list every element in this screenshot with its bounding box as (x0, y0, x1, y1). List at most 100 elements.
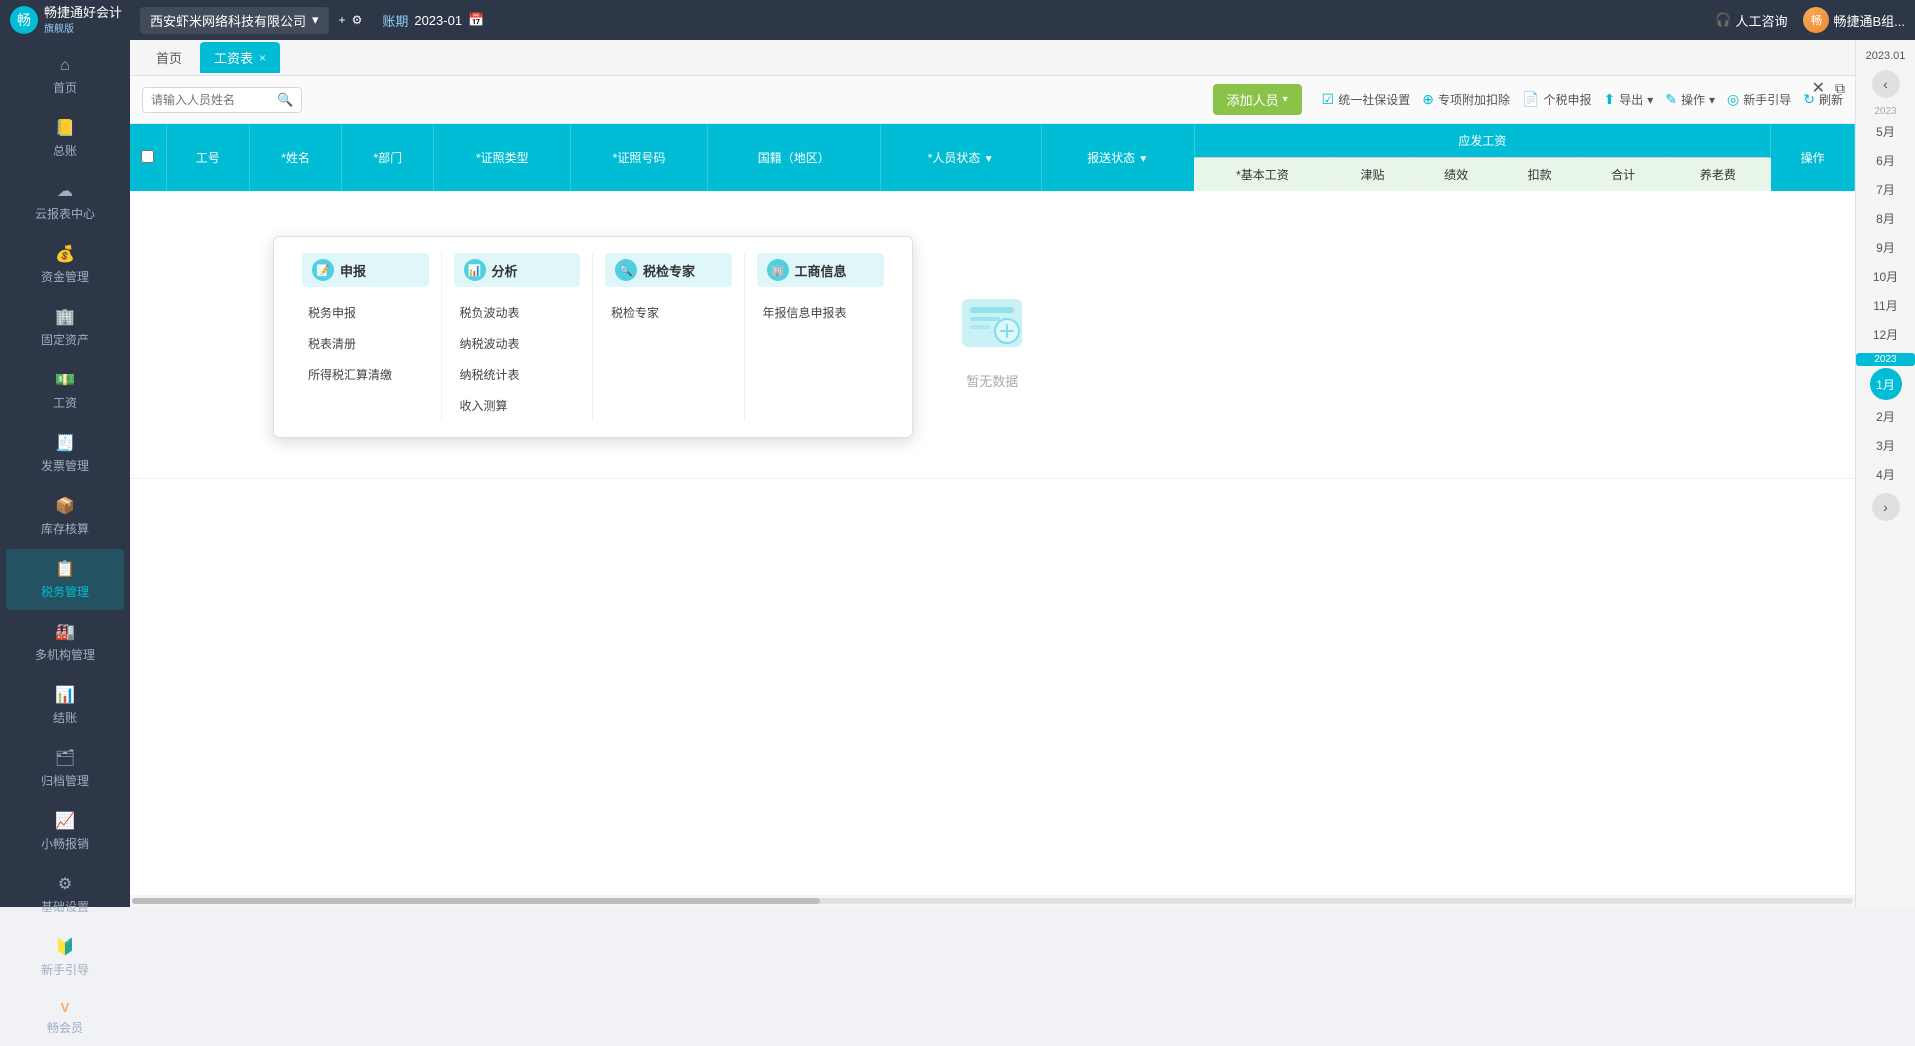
menu-tax-wave[interactable]: 纳税波动表 (454, 328, 581, 359)
tab-salary[interactable]: 工资表 × (200, 42, 280, 73)
tax-report-button[interactable]: 📄 个税申报 (1522, 91, 1591, 108)
period-value: 2023-01 (414, 13, 462, 28)
sidebar-item-inventory[interactable]: 📦 库存核算 (6, 486, 124, 547)
add-company-button[interactable]: + (339, 13, 346, 27)
add-person-button[interactable]: 添加人员 ▾ (1213, 84, 1302, 115)
sidebar-item-tax[interactable]: 📋 税务管理 (6, 549, 124, 610)
sidebar-item-assets[interactable]: 🏢 固定资产 (6, 297, 124, 358)
menu-income-measure[interactable]: 收入测算 (454, 390, 581, 421)
settings-icon[interactable]: ⚙ (352, 13, 363, 27)
menu-tax-load[interactable]: 税负波动表 (454, 297, 581, 328)
sidebar-item-ledger[interactable]: 📒 总账 (6, 108, 124, 169)
social-settings-button[interactable]: ☑ 统一社保设置 (1322, 91, 1411, 108)
calendar-month-4[interactable]: 4月 (1856, 460, 1915, 489)
top-header: 畅 畅捷通好会计 旗舰版 西安虾米网络科技有限公司 ▾ + ⚙ 账期 2023-… (0, 0, 1915, 40)
export-button[interactable]: ⬆ 导出 ▾ (1603, 91, 1653, 108)
popup-section-expert: 🔍 税检专家 税检专家 (593, 253, 745, 421)
period-label: 账期 (382, 11, 408, 30)
th-id-type: *证照类型 (434, 124, 571, 191)
logo-icon: 畅 (10, 6, 38, 34)
popup-section-analysis: 📊 分析 税负波动表 纳税波动表 纳税统计表 收入测算 (442, 253, 594, 421)
calendar-month-6[interactable]: 6月 (1856, 146, 1915, 175)
logo-title: 畅捷通好会计 (44, 5, 122, 21)
user-area[interactable]: 畅 畅捷通B组... (1803, 7, 1905, 33)
sidebar-item-invoice[interactable]: 🧾 发票管理 (6, 423, 124, 484)
calendar-month-9[interactable]: 9月 (1856, 233, 1915, 262)
empty-icon (952, 279, 1032, 359)
select-all-checkbox[interactable] (141, 150, 154, 163)
popup-section-header-analysis: 📊 分析 (454, 253, 581, 287)
calendar-month-2[interactable]: 2月 (1856, 402, 1915, 431)
archive-icon: 🗂 (55, 748, 75, 768)
sidebar-item-funds[interactable]: 💰 资金管理 (6, 234, 124, 295)
sidebar-item-home[interactable]: ⌂ 首页 (6, 47, 124, 106)
company-selector[interactable]: 西安虾米网络科技有限公司 ▾ (140, 7, 329, 34)
sidebar-item-salary[interactable]: 💵 工资 (6, 360, 124, 421)
special-icon: ⊕ (1422, 91, 1434, 108)
assets-icon: 🏢 (55, 307, 75, 327)
th-dept: *部门 (342, 124, 434, 191)
operate-icon: ✎ (1665, 91, 1677, 108)
search-input[interactable] (151, 93, 271, 107)
menu-tax-declare[interactable]: 税务申报 (302, 297, 429, 328)
calendar-month-12[interactable]: 12月 (1856, 320, 1915, 349)
select-all-header[interactable] (130, 124, 166, 191)
calendar-year-badge: 2023 (1856, 353, 1915, 366)
sidebar-item-report[interactable]: 📈 小畅报销 (6, 801, 124, 862)
scrollbar[interactable] (130, 895, 1855, 907)
calendar-month-active[interactable]: 1月 (1870, 368, 1902, 400)
special-deduction-button[interactable]: ⊕ 专项附加扣除 (1422, 91, 1510, 108)
calendar-icon[interactable]: 📅 (468, 12, 484, 28)
consult-button[interactable]: 🎧 人工咨询 (1715, 11, 1787, 30)
guide-toolbar-icon: ◎ (1727, 91, 1739, 108)
calendar-month-8[interactable]: 8月 (1856, 204, 1915, 233)
menu-tax-form[interactable]: 税表清册 (302, 328, 429, 359)
calendar-month-7[interactable]: 7月 (1856, 175, 1915, 204)
sidebar-item-multi[interactable]: 🏭 多机构管理 (6, 612, 124, 673)
report-filter-icon[interactable]: ▼ (1138, 154, 1148, 165)
guide-button[interactable]: ◎ 新手引导 (1727, 91, 1791, 108)
th-id-no: *证照号码 (571, 124, 708, 191)
period-area: 账期 2023-01 📅 (382, 11, 484, 30)
invoice-icon: 🧾 (55, 433, 75, 453)
tab-home[interactable]: 首页 (142, 42, 196, 73)
sidebar-label-home: 首页 (53, 79, 77, 96)
th-number: 工号 (166, 124, 250, 191)
sidebar-item-close[interactable]: 📊 结账 (6, 675, 124, 736)
analysis-icon: 📊 (464, 259, 486, 281)
window-restore-icon[interactable]: ⧉ (1835, 80, 1845, 97)
calendar-month-10[interactable]: 10月 (1856, 262, 1915, 291)
calendar-month-11[interactable]: 11月 (1856, 291, 1915, 320)
calendar-month-3[interactable]: 3月 (1856, 431, 1915, 460)
toolbar-area: 🔍 添加人员 ▾ ☑ 统一社保设置 ⊕ 专项附加扣除 📄 个税申报 (130, 76, 1855, 124)
menu-annual-report[interactable]: 年报信息申报表 (757, 297, 885, 328)
th-performance: 绩效 (1414, 158, 1498, 192)
export-chevron-icon: ▾ (1647, 93, 1653, 107)
search-wrap[interactable]: 🔍 (142, 87, 302, 113)
headset-icon: 🎧 (1715, 12, 1731, 28)
window-close-icon[interactable]: ✕ (1812, 78, 1825, 98)
tab-close-icon[interactable]: × (259, 51, 266, 65)
menu-income-calc[interactable]: 所得税汇算清缴 (302, 359, 429, 390)
sidebar-item-member[interactable]: V 畅会员 (6, 990, 124, 1046)
calendar-next-icon[interactable]: › (1872, 493, 1900, 521)
calendar-prev-icon[interactable]: ‹ (1872, 70, 1900, 98)
menu-tax-expert[interactable]: 税检专家 (605, 297, 732, 328)
calendar-month-5[interactable]: 5月 (1856, 117, 1915, 146)
sidebar-item-settings[interactable]: ⚙ 基础设置 (6, 864, 124, 925)
th-status: *人员状态 ▼ (880, 124, 1041, 191)
business-icon: 🏢 (767, 259, 789, 281)
popup-section-title-declaration: 申报 (340, 261, 366, 280)
sidebar-item-guide[interactable]: 🔰 新手引导 (6, 927, 124, 988)
filter-icon[interactable]: ▼ (984, 154, 994, 165)
popup-section-title-analysis: 分析 (492, 261, 518, 280)
scrollbar-thumb[interactable] (132, 898, 820, 904)
ledger-icon: 📒 (55, 118, 75, 138)
sidebar-item-archive[interactable]: 🗂 归档管理 (6, 738, 124, 799)
sidebar-item-cloud[interactable]: ☁ 云报表中心 (6, 171, 124, 232)
company-name: 西安虾米网络科技有限公司 (150, 11, 306, 30)
chevron-down-icon: ▾ (312, 12, 319, 28)
menu-tax-stats[interactable]: 纳税统计表 (454, 359, 581, 390)
calendar-year-2023: 2023 (1874, 106, 1896, 117)
operate-button[interactable]: ✎ 操作 ▾ (1665, 91, 1715, 108)
